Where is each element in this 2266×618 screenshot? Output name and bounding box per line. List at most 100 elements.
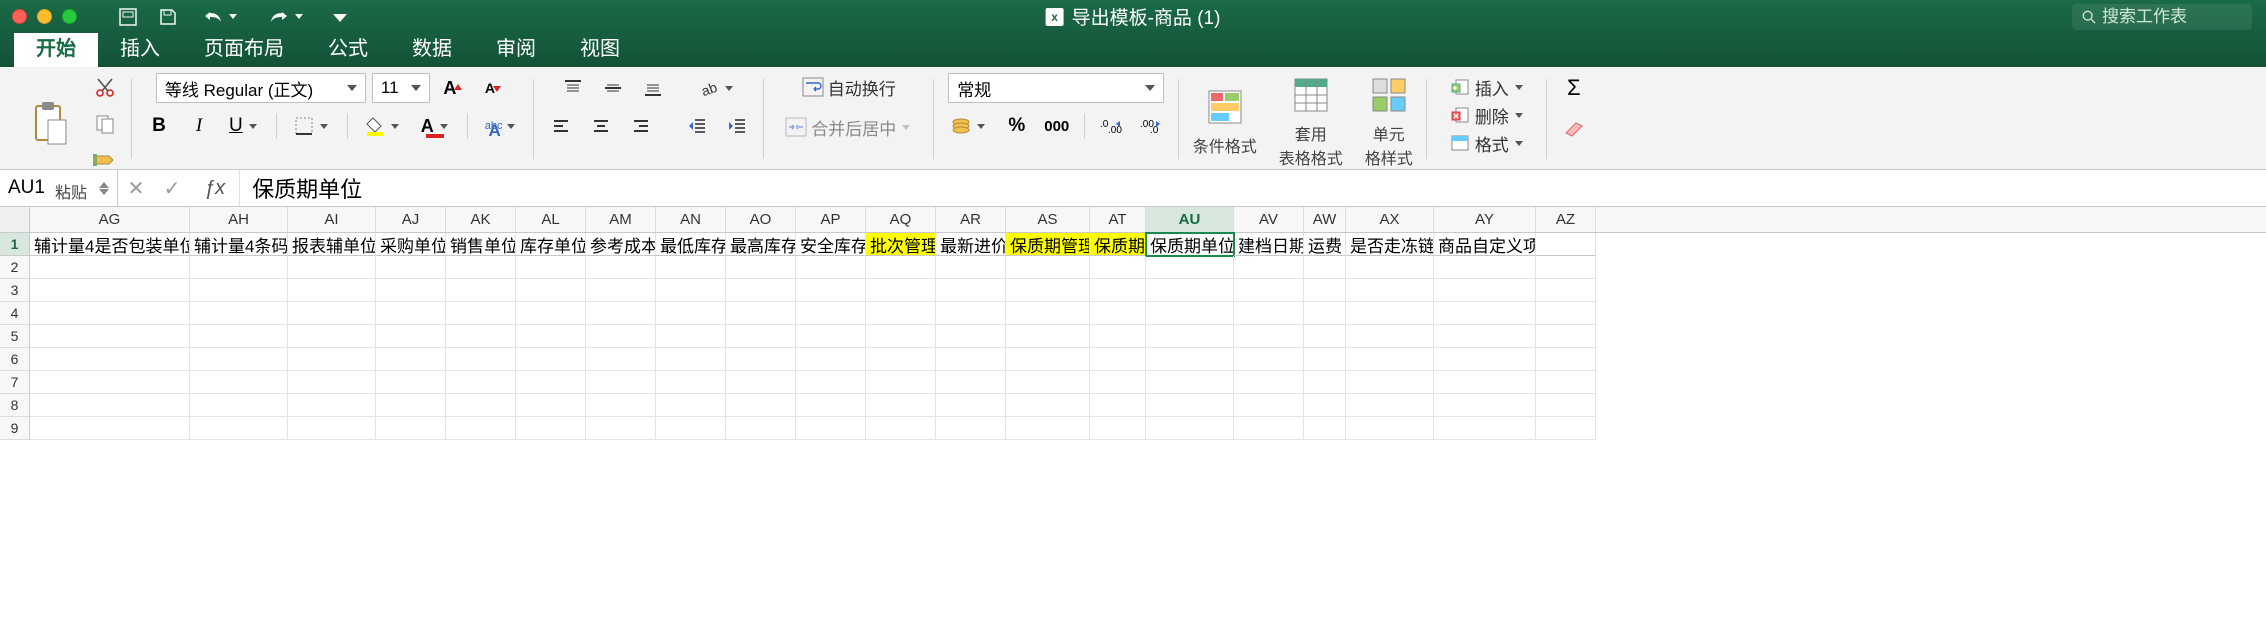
cell-AU5[interactable] bbox=[1146, 325, 1234, 348]
cell-AM7[interactable] bbox=[586, 371, 656, 394]
cell-AL4[interactable] bbox=[516, 302, 586, 325]
col-header-AQ[interactable]: AQ bbox=[866, 207, 936, 232]
wrap-text-button[interactable]: 自动换行 bbox=[802, 73, 896, 101]
cell-AK8[interactable] bbox=[446, 394, 516, 417]
cell-AI2[interactable] bbox=[288, 256, 376, 279]
font-color-button[interactable]: A bbox=[414, 111, 457, 141]
cell-AL5[interactable] bbox=[516, 325, 586, 348]
cell-AY2[interactable] bbox=[1434, 256, 1536, 279]
cell-AY6[interactable] bbox=[1434, 348, 1536, 371]
cell-styles-button[interactable]: 单元 格样式 bbox=[1361, 73, 1417, 171]
col-header-AN[interactable]: AN bbox=[656, 207, 726, 232]
cell-AV4[interactable] bbox=[1234, 302, 1304, 325]
cell-AG7[interactable] bbox=[30, 371, 190, 394]
col-header-AJ[interactable]: AJ bbox=[376, 207, 446, 232]
cell-AI6[interactable] bbox=[288, 348, 376, 371]
autosum-button[interactable]: Σ bbox=[1557, 73, 1591, 103]
cell-AH3[interactable] bbox=[190, 279, 288, 302]
cell-AX4[interactable] bbox=[1346, 302, 1434, 325]
cell-AJ2[interactable] bbox=[376, 256, 446, 279]
cell-AV6[interactable] bbox=[1234, 348, 1304, 371]
format-cells-button[interactable]: 格式 bbox=[1449, 129, 1525, 157]
cell-AH9[interactable] bbox=[190, 417, 288, 440]
cell-AT7[interactable] bbox=[1090, 371, 1146, 394]
cell-AQ4[interactable] bbox=[866, 302, 936, 325]
fill-color-button[interactable] bbox=[358, 111, 408, 141]
cell-AY5[interactable] bbox=[1434, 325, 1536, 348]
row-header-9[interactable]: 9 bbox=[0, 417, 30, 440]
cell-AK4[interactable] bbox=[446, 302, 516, 325]
cell-AV1[interactable]: 建档日期 bbox=[1234, 233, 1304, 256]
cell-AP4[interactable] bbox=[796, 302, 866, 325]
cell-AK1[interactable]: 销售单位 bbox=[446, 233, 516, 256]
cell-AP8[interactable] bbox=[796, 394, 866, 417]
cell-AM1[interactable]: 参考成本 bbox=[586, 233, 656, 256]
formula-input[interactable]: 保质期单位 bbox=[240, 172, 2266, 204]
insert-cells-button[interactable]: 插入 bbox=[1449, 73, 1525, 101]
col-header-AW[interactable]: AW bbox=[1304, 207, 1346, 232]
cell-AW8[interactable] bbox=[1304, 394, 1346, 417]
accounting-format-button[interactable] bbox=[944, 111, 994, 141]
cell-AU6[interactable] bbox=[1146, 348, 1234, 371]
cell-AS5[interactable] bbox=[1006, 325, 1090, 348]
cell-AX8[interactable] bbox=[1346, 394, 1434, 417]
cell-AZ8[interactable] bbox=[1536, 394, 1596, 417]
cell-AY1[interactable]: 商品自定义项 bbox=[1434, 233, 1536, 256]
cell-AZ5[interactable] bbox=[1536, 325, 1596, 348]
cell-AS1[interactable]: 保质期管理 bbox=[1006, 233, 1090, 256]
cell-AR4[interactable] bbox=[936, 302, 1006, 325]
row-header-2[interactable]: 2 bbox=[0, 256, 30, 279]
cell-AX9[interactable] bbox=[1346, 417, 1434, 440]
cell-AW4[interactable] bbox=[1304, 302, 1346, 325]
cell-AH4[interactable] bbox=[190, 302, 288, 325]
col-header-AL[interactable]: AL bbox=[516, 207, 586, 232]
cell-AS9[interactable] bbox=[1006, 417, 1090, 440]
cell-AP7[interactable] bbox=[796, 371, 866, 394]
col-header-AT[interactable]: AT bbox=[1090, 207, 1146, 232]
bold-button[interactable]: B bbox=[142, 111, 176, 141]
cell-AO3[interactable] bbox=[726, 279, 796, 302]
cell-AW2[interactable] bbox=[1304, 256, 1346, 279]
cell-AS3[interactable] bbox=[1006, 279, 1090, 302]
cell-AQ1[interactable]: 批次管理 bbox=[866, 233, 936, 256]
cell-AH1[interactable]: 辅计量4条码 bbox=[190, 233, 288, 256]
orientation-button[interactable]: ab bbox=[692, 73, 742, 103]
minimize-window-button[interactable] bbox=[37, 9, 52, 24]
row-header-6[interactable]: 6 bbox=[0, 348, 30, 371]
increase-indent-button[interactable] bbox=[720, 111, 754, 141]
cell-AP3[interactable] bbox=[796, 279, 866, 302]
align-center-button[interactable] bbox=[584, 111, 618, 141]
search-sheets[interactable] bbox=[2072, 4, 2252, 30]
cell-AR5[interactable] bbox=[936, 325, 1006, 348]
accept-button[interactable]: ✓ bbox=[154, 170, 190, 206]
copy-button[interactable] bbox=[88, 109, 122, 139]
cell-AK6[interactable] bbox=[446, 348, 516, 371]
decrease-decimal-button[interactable]: .00.0 bbox=[1135, 111, 1169, 141]
comma-format-button[interactable]: 000 bbox=[1040, 111, 1074, 141]
row-header-4[interactable]: 4 bbox=[0, 302, 30, 325]
cell-AV8[interactable] bbox=[1234, 394, 1304, 417]
cell-AJ4[interactable] bbox=[376, 302, 446, 325]
cell-AY3[interactable] bbox=[1434, 279, 1536, 302]
cell-AX2[interactable] bbox=[1346, 256, 1434, 279]
cell-AT6[interactable] bbox=[1090, 348, 1146, 371]
zoom-window-button[interactable] bbox=[62, 9, 77, 24]
align-right-button[interactable] bbox=[624, 111, 658, 141]
cell-AM9[interactable] bbox=[586, 417, 656, 440]
cell-AL2[interactable] bbox=[516, 256, 586, 279]
cell-AN5[interactable] bbox=[656, 325, 726, 348]
customize-qat-button[interactable] bbox=[329, 6, 351, 28]
cell-AS8[interactable] bbox=[1006, 394, 1090, 417]
cell-AM8[interactable] bbox=[586, 394, 656, 417]
cell-AQ6[interactable] bbox=[866, 348, 936, 371]
cell-AT3[interactable] bbox=[1090, 279, 1146, 302]
cell-AQ9[interactable] bbox=[866, 417, 936, 440]
font-name-select[interactable]: 等线 Regular (正文) bbox=[156, 73, 366, 103]
undo-button[interactable] bbox=[197, 6, 245, 28]
row-header-7[interactable]: 7 bbox=[0, 371, 30, 394]
cell-AH7[interactable] bbox=[190, 371, 288, 394]
cell-AH6[interactable] bbox=[190, 348, 288, 371]
cell-AU4[interactable] bbox=[1146, 302, 1234, 325]
cell-AG6[interactable] bbox=[30, 348, 190, 371]
cell-AI4[interactable] bbox=[288, 302, 376, 325]
